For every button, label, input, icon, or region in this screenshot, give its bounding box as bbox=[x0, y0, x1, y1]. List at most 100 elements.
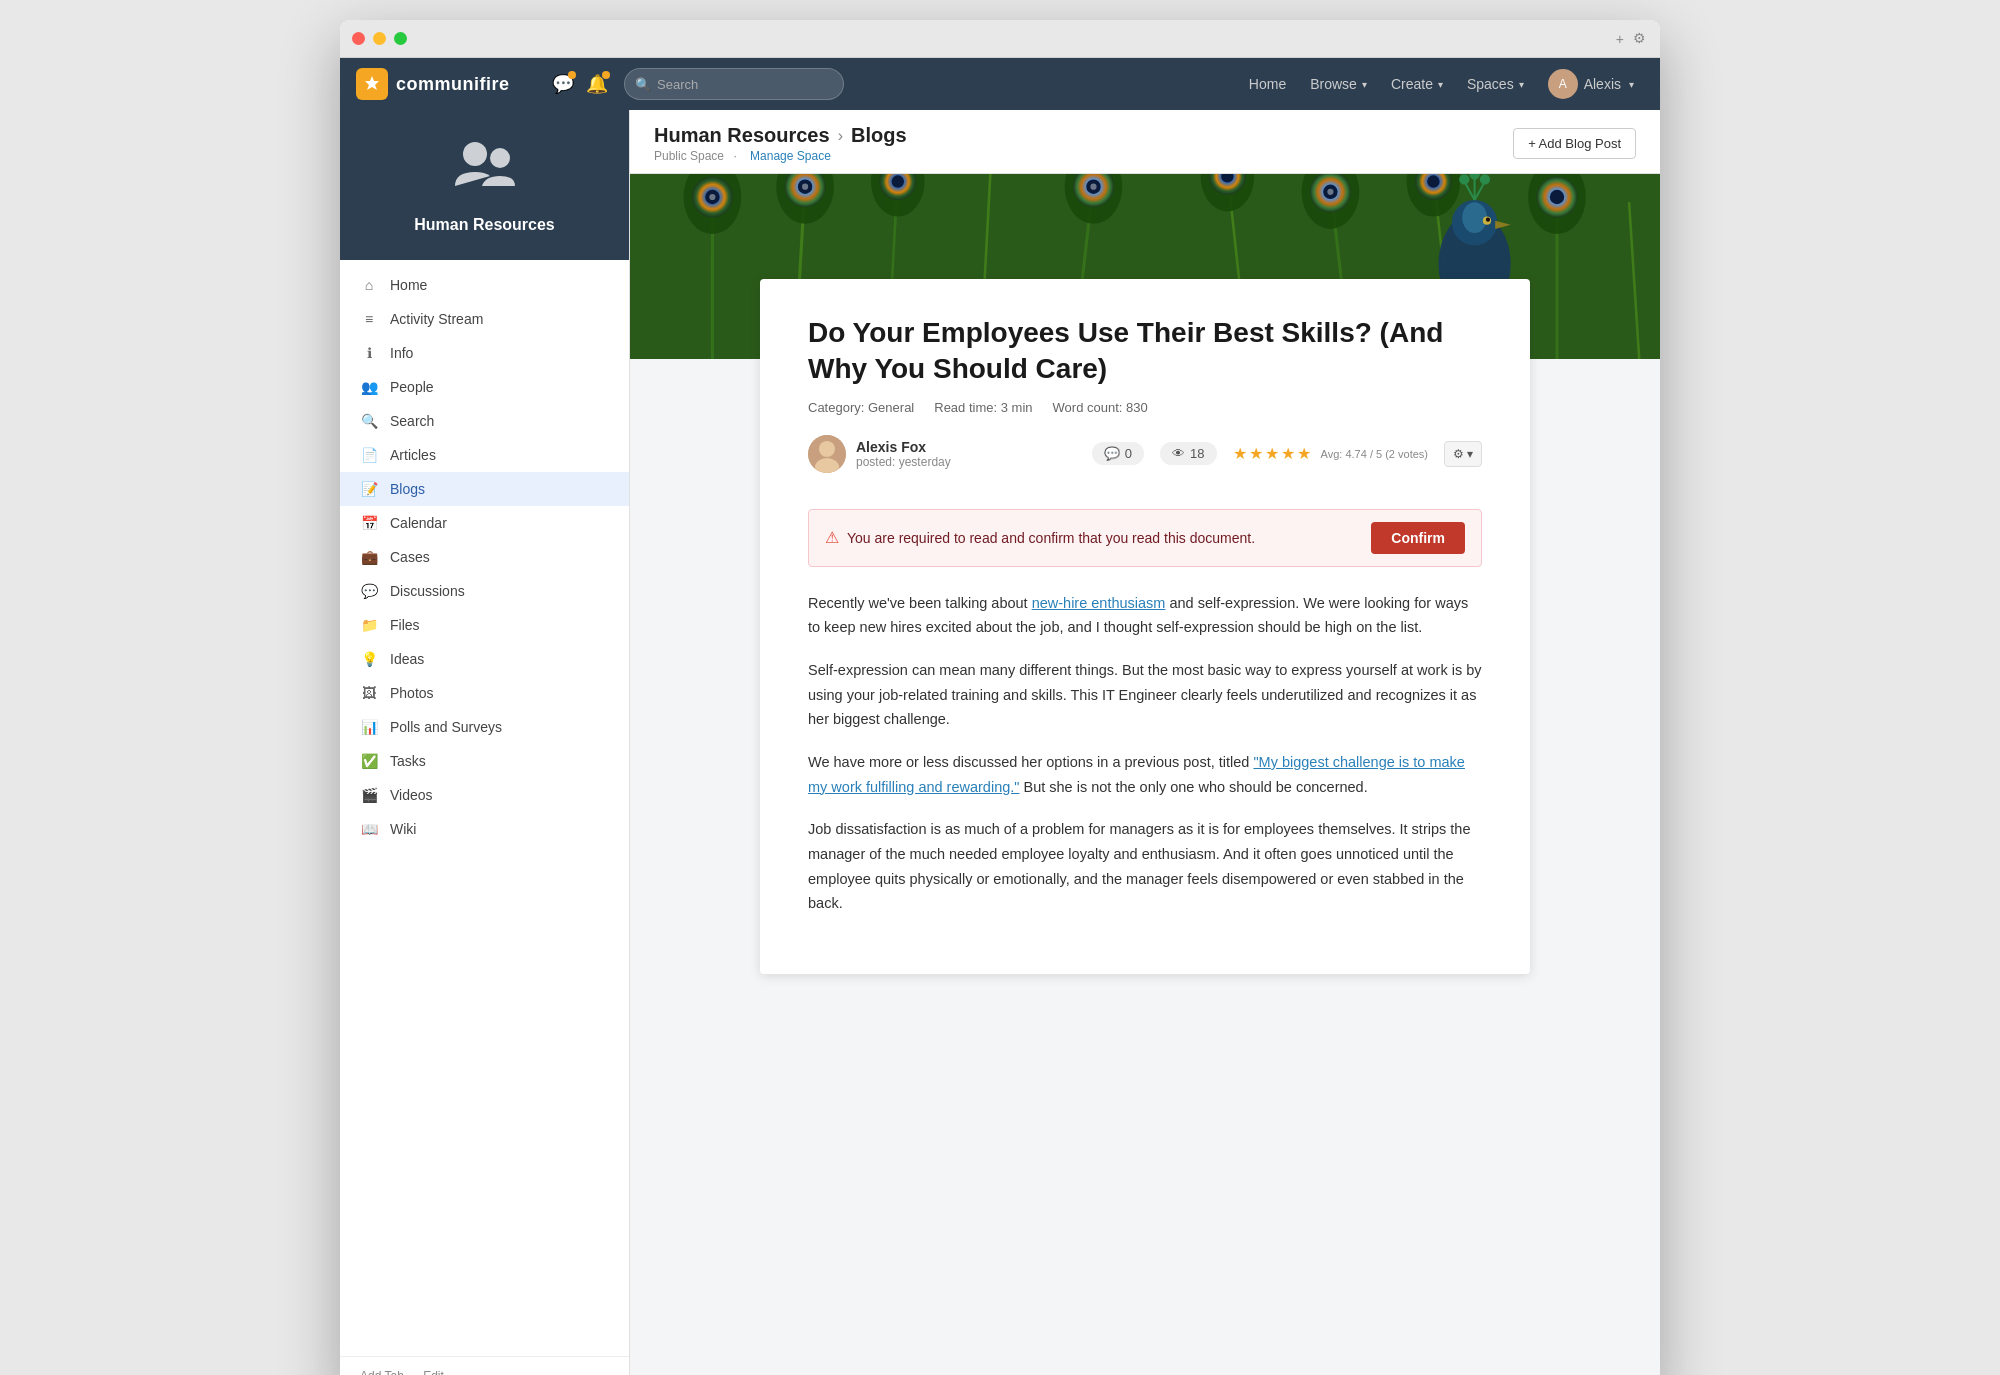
svg-point-37 bbox=[1427, 175, 1439, 187]
sidebar-item-videos[interactable]: 🎬 Videos bbox=[340, 778, 629, 812]
blogs-icon: 📝 bbox=[360, 481, 378, 497]
article-meta: Category: General Read time: 3 min Word … bbox=[808, 400, 1482, 415]
sidebar-item-ideas[interactable]: 💡 Ideas bbox=[340, 642, 629, 676]
author-name[interactable]: Alexis Fox bbox=[856, 439, 951, 455]
previous-post-link[interactable]: "My biggest challenge is to make my work… bbox=[808, 754, 1465, 795]
brand-name: communifire bbox=[396, 74, 510, 95]
sidebar-item-polls[interactable]: 📊 Polls and Surveys bbox=[340, 710, 629, 744]
comment-icon: 💬 bbox=[1104, 446, 1120, 461]
article-title: Do Your Employees Use Their Best Skills?… bbox=[808, 315, 1482, 388]
avatar: A bbox=[1548, 69, 1578, 99]
sidebar: Human Resources ⌂ Home ≡ Activity Stream… bbox=[340, 110, 630, 1375]
nav-home[interactable]: Home bbox=[1239, 72, 1296, 96]
global-search-bar[interactable]: 🔍 bbox=[624, 68, 844, 100]
sidebar-item-activity[interactable]: ≡ Activity Stream bbox=[340, 302, 629, 336]
comments-stat: 💬 0 bbox=[1092, 442, 1144, 465]
blog-container: Do Your Employees Use Their Best Skills?… bbox=[630, 174, 1660, 1375]
star-rating[interactable]: ★ ★ ★ ★ ★ bbox=[1233, 444, 1311, 463]
sidebar-item-tasks[interactable]: ✅ Tasks bbox=[340, 744, 629, 778]
sidebar-item-cases[interactable]: 💼 Cases bbox=[340, 540, 629, 574]
top-navigation: communifire 💬 🔔 🔍 Home Browse ▾ bbox=[340, 58, 1660, 110]
manage-space-link[interactable]: Manage Space bbox=[750, 149, 831, 163]
breadcrumb-space[interactable]: Human Resources bbox=[654, 124, 830, 147]
bell-icon[interactable]: 🔔 bbox=[586, 73, 608, 95]
svg-point-20 bbox=[802, 184, 808, 190]
svg-point-46 bbox=[1486, 218, 1490, 222]
search-input[interactable] bbox=[657, 77, 833, 92]
search-icon: 🔍 bbox=[635, 77, 651, 92]
sidebar-item-search[interactable]: 🔍 Search bbox=[340, 404, 629, 438]
sidebar-item-wiki[interactable]: 📖 Wiki bbox=[340, 812, 629, 846]
info-icon: ℹ bbox=[360, 345, 378, 361]
nav-spaces[interactable]: Spaces ▾ bbox=[1457, 72, 1534, 96]
sidebar-label-discussions: Discussions bbox=[390, 583, 465, 599]
views-icon: 👁 bbox=[1172, 446, 1185, 461]
nav-icon-group: 💬 🔔 bbox=[552, 73, 608, 95]
sidebar-banner: Human Resources bbox=[340, 110, 629, 260]
sidebar-item-blogs[interactable]: 📝 Blogs bbox=[340, 472, 629, 506]
article-card: Do Your Employees Use Their Best Skills?… bbox=[760, 279, 1530, 974]
rating-section: ★ ★ ★ ★ ★ Avg: 4.74 / 5 (2 votes) bbox=[1233, 444, 1428, 463]
maximize-button[interactable] bbox=[394, 32, 407, 45]
space-icon bbox=[450, 136, 520, 208]
space-visibility: Public Space bbox=[654, 149, 724, 163]
sidebar-item-discussions[interactable]: 💬 Discussions bbox=[340, 574, 629, 608]
article-paragraph-3: We have more or less discussed her optio… bbox=[808, 750, 1482, 799]
sidebar-label-home: Home bbox=[390, 277, 427, 293]
svg-point-34 bbox=[1327, 189, 1333, 195]
svg-point-52 bbox=[1480, 174, 1490, 184]
confirm-button[interactable]: Confirm bbox=[1371, 522, 1465, 554]
article-settings-button[interactable]: ⚙ ▾ bbox=[1444, 441, 1482, 467]
sidebar-item-calendar[interactable]: 📅 Calendar bbox=[340, 506, 629, 540]
nav-user[interactable]: A Alexis ▾ bbox=[1538, 65, 1644, 103]
alert-text: ⚠ You are required to read and confirm t… bbox=[825, 528, 1255, 547]
nav-browse[interactable]: Browse ▾ bbox=[1300, 72, 1377, 96]
svg-point-1 bbox=[490, 148, 510, 168]
sidebar-item-articles[interactable]: 📄 Articles bbox=[340, 438, 629, 472]
star-2: ★ bbox=[1249, 444, 1263, 463]
brand-icon bbox=[356, 68, 388, 100]
polls-icon: 📊 bbox=[360, 719, 378, 735]
sidebar-label-ideas: Ideas bbox=[390, 651, 424, 667]
new-hire-link[interactable]: new-hire enthusiasm bbox=[1032, 595, 1166, 611]
discussions-icon: 💬 bbox=[360, 583, 378, 599]
sidebar-item-home[interactable]: ⌂ Home bbox=[340, 268, 629, 302]
edit-link[interactable]: Edit bbox=[423, 1369, 444, 1375]
sidebar-item-files[interactable]: 📁 Files bbox=[340, 608, 629, 642]
minimize-button[interactable] bbox=[373, 32, 386, 45]
sidebar-label-blogs: Blogs bbox=[390, 481, 425, 497]
nav-create[interactable]: Create ▾ bbox=[1381, 72, 1453, 96]
close-button[interactable] bbox=[352, 32, 365, 45]
plus-icon[interactable]: + bbox=[1616, 31, 1624, 47]
settings-gear-icon[interactable]: ⚙ bbox=[1633, 30, 1646, 46]
sidebar-item-info[interactable]: ℹ Info bbox=[340, 336, 629, 370]
sidebar-label-cases: Cases bbox=[390, 549, 430, 565]
sidebar-item-photos[interactable]: 🖼 Photos bbox=[340, 676, 629, 710]
chat-icon[interactable]: 💬 bbox=[552, 73, 574, 95]
sidebar-footer: Add Tab · Edit bbox=[340, 1356, 629, 1375]
sidebar-label-articles: Articles bbox=[390, 447, 436, 463]
comments-count: 0 bbox=[1125, 446, 1132, 461]
author-posted: posted: yesterday bbox=[856, 455, 951, 469]
add-blog-post-button[interactable]: + Add Blog Post bbox=[1513, 128, 1636, 159]
svg-point-0 bbox=[463, 142, 487, 166]
warning-icon: ⚠ bbox=[825, 528, 839, 547]
settings-chevron-icon: ▾ bbox=[1467, 447, 1473, 461]
people-icon: 👥 bbox=[360, 379, 378, 395]
sidebar-label-activity: Activity Stream bbox=[390, 311, 483, 327]
sidebar-label-videos: Videos bbox=[390, 787, 433, 803]
sidebar-label-polls: Polls and Surveys bbox=[390, 719, 502, 735]
views-stat: 👁 18 bbox=[1160, 442, 1216, 465]
add-tab-link[interactable]: Add Tab bbox=[360, 1369, 404, 1375]
author-avatar bbox=[808, 435, 846, 473]
author-info: Alexis Fox posted: yesterday bbox=[808, 435, 951, 473]
svg-point-27 bbox=[1090, 184, 1096, 190]
calendar-icon: 📅 bbox=[360, 515, 378, 531]
app-window: + ⚙ communifire 💬 🔔 🔍 bbox=[340, 20, 1660, 1375]
home-icon: ⌂ bbox=[360, 277, 378, 293]
author-details: Alexis Fox posted: yesterday bbox=[856, 439, 951, 469]
footer-dot: · bbox=[412, 1369, 415, 1375]
sidebar-item-people[interactable]: 👥 People bbox=[340, 370, 629, 404]
star-half: ★ bbox=[1297, 444, 1311, 463]
content-header: Human Resources › Blogs Public Space · M… bbox=[630, 110, 1660, 174]
